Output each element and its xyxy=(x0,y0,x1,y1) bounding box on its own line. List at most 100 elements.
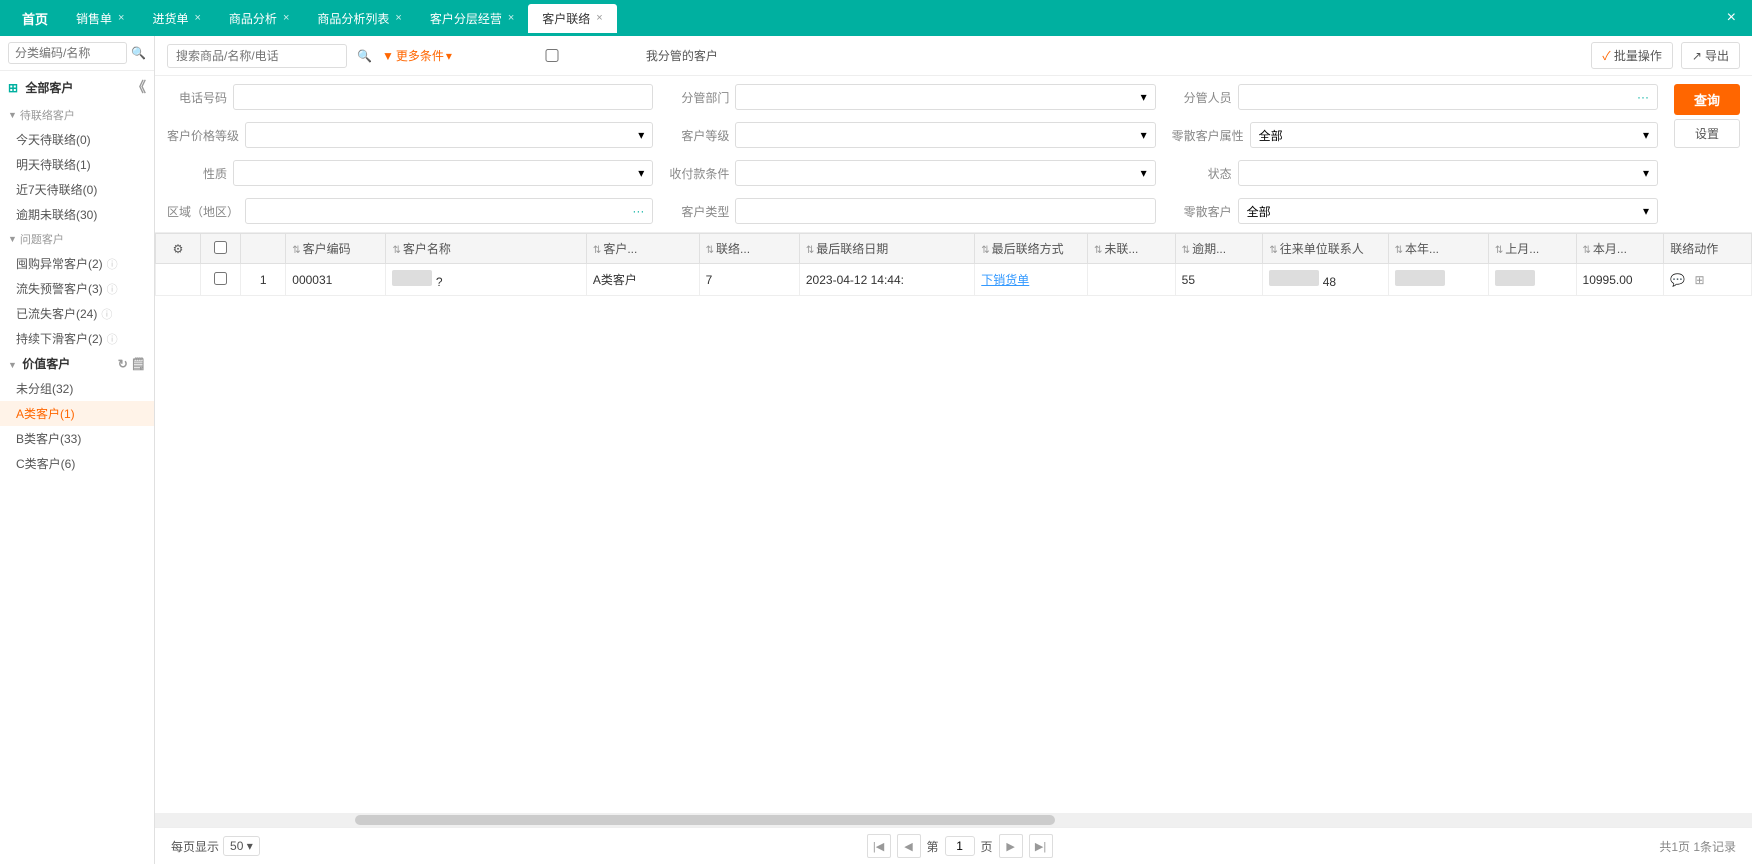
sidebar-search-input[interactable] xyxy=(8,42,127,64)
close-customer-contact-tab[interactable]: × xyxy=(596,12,602,24)
sort-icon-code[interactable]: ⇅ xyxy=(292,245,300,256)
sort-icon-overdue[interactable]: ⇅ xyxy=(1182,245,1190,256)
settings-button[interactable]: 设置 xyxy=(1674,119,1740,148)
select-customer-level[interactable]: ▾ xyxy=(735,122,1155,148)
sidebar-item-lost[interactable]: 已流失客户(24) ⓘ xyxy=(0,301,154,326)
last-page-button[interactable]: ▶| xyxy=(1029,834,1053,858)
select-status[interactable]: ▾ xyxy=(1238,160,1658,186)
select-all-checkbox[interactable] xyxy=(214,241,227,254)
select-retail-customer[interactable]: 全部 ▾ xyxy=(1238,198,1658,224)
sort-icon-uncontact[interactable]: ⇅ xyxy=(1094,245,1102,256)
th-contact: ⇅联络... xyxy=(699,234,799,264)
more-conditions-button[interactable]: ▼ 更多条件 ▾ xyxy=(382,47,452,64)
chevron-down-icon-4: ▾ xyxy=(1643,128,1649,142)
select-payment[interactable]: ▾ xyxy=(735,160,1155,186)
sidebar-item-7days[interactable]: 近7天待联络(0) xyxy=(0,177,154,202)
sidebar-item-declining[interactable]: 持续下滑客户(2) ⓘ xyxy=(0,326,154,351)
nav-purchase[interactable]: 进货单 × xyxy=(138,4,214,33)
more-icon[interactable]: ··· xyxy=(1637,90,1649,104)
chevron-down-icon-page: ▾ xyxy=(247,839,253,853)
select-price-level[interactable]: ▾ xyxy=(245,122,653,148)
select-retail-attr[interactable]: 全部 ▾ xyxy=(1250,122,1658,148)
refresh-icon[interactable]: ↻ xyxy=(118,357,128,371)
filter-row-1: 电话号码 分管部门 ▾ 分管人员 xyxy=(167,84,1658,110)
nav-home[interactable]: 首页 xyxy=(8,3,62,34)
nav-product-analysis[interactable]: 商品分析 × xyxy=(215,4,303,33)
select-nature[interactable]: ▾ xyxy=(233,160,653,186)
sort-icon-type[interactable]: ⇅ xyxy=(593,245,601,256)
my-customers-checkbox[interactable] xyxy=(462,49,642,62)
chevron-down-icon-2: ▾ xyxy=(638,128,644,142)
sidebar-item-class-b[interactable]: B类客户(33) xyxy=(0,426,154,451)
close-product-analysis-list-tab[interactable]: × xyxy=(395,12,401,24)
nav-product-analysis-list[interactable]: 商品分析列表 × xyxy=(303,4,415,33)
more-icon-2[interactable]: ··· xyxy=(632,204,644,218)
sidebar-item-class-a[interactable]: A类客户(1) xyxy=(0,401,154,426)
sort-icon-lastway[interactable]: ⇅ xyxy=(981,245,989,256)
sidebar-item-today[interactable]: 今天待联络(0) xyxy=(0,127,154,152)
close-sales-tab[interactable]: × xyxy=(118,12,124,24)
prev-page-button[interactable]: ◀ xyxy=(897,834,921,858)
grid-icon: ⊞ xyxy=(8,81,18,95)
select-region[interactable]: ··· xyxy=(245,198,653,224)
close-all-button[interactable]: × xyxy=(1719,9,1744,27)
sidebar-collapse-icon[interactable]: 《 xyxy=(132,77,146,97)
label-customer-type: 客户类型 xyxy=(669,203,729,220)
filter-search-icon[interactable]: 🔍 xyxy=(357,49,372,63)
action-icon-1[interactable]: 💬 xyxy=(1670,273,1685,287)
first-page-button[interactable]: |◀ xyxy=(867,834,891,858)
horizontal-scrollbar[interactable] xyxy=(155,813,1752,827)
input-customer-type[interactable] xyxy=(735,198,1155,224)
nav-customer-contact[interactable]: 客户联络 × xyxy=(528,4,616,33)
export-button[interactable]: ↗ 导出 xyxy=(1681,42,1740,69)
close-customer-segment-tab[interactable]: × xyxy=(508,12,514,24)
batch-op-button[interactable]: ✓ 批量操作 xyxy=(1591,42,1673,69)
input-phone[interactable] xyxy=(233,84,653,110)
filter-customer-level: 客户等级 ▾ xyxy=(669,122,1155,148)
label-status: 状态 xyxy=(1172,165,1232,182)
sidebar-all-customers[interactable]: ⊞ 全部客户 《 xyxy=(0,71,154,103)
search-input[interactable] xyxy=(167,44,347,68)
td-checkbox xyxy=(201,264,241,296)
sidebar-item-unclassified[interactable]: 未分组(32) xyxy=(0,376,154,401)
th-num xyxy=(241,234,286,264)
close-purchase-tab[interactable]: × xyxy=(194,12,200,24)
th-checkbox xyxy=(201,234,241,264)
sidebar-item-tomorrow[interactable]: 明天待联络(1) xyxy=(0,152,154,177)
sidebar-item-overdue[interactable]: 逾期未联络(30) xyxy=(0,202,154,227)
per-page-select[interactable]: 50 ▾ xyxy=(223,836,260,856)
sort-icon-year[interactable]: ⇅ xyxy=(1395,245,1403,256)
page-number-input[interactable] xyxy=(945,836,975,856)
th-action: 联络动作 xyxy=(1664,234,1752,264)
sidebar-search-area: 🔍 xyxy=(0,36,154,71)
nav-customer-segment[interactable]: 客户分层经营 × xyxy=(416,4,528,33)
th-settings[interactable]: ⚙ xyxy=(156,234,201,264)
nav-sales[interactable]: 销售单 × xyxy=(62,4,138,33)
th-overdue: ⇅逾期... xyxy=(1175,234,1263,264)
sort-icon-lastdate[interactable]: ⇅ xyxy=(806,245,814,256)
scrollbar-thumb[interactable] xyxy=(355,815,1055,825)
sidebar-search-icon[interactable]: 🔍 xyxy=(131,46,146,60)
select-department[interactable]: ▾ xyxy=(735,84,1155,110)
sort-icon-lastmonth[interactable]: ⇅ xyxy=(1495,245,1503,256)
query-button[interactable]: 查询 xyxy=(1674,84,1740,115)
edit-icon[interactable]: 🗒 xyxy=(131,357,146,371)
row-checkbox[interactable] xyxy=(214,272,227,285)
sidebar-item-churn-warning[interactable]: 流失预警客户(3) ⓘ xyxy=(0,276,154,301)
chevron-down-icon-3: ▾ xyxy=(1141,128,1147,142)
next-page-button[interactable]: ▶ xyxy=(999,834,1023,858)
td-name-suffix: ? xyxy=(436,275,443,289)
sort-icon-visits[interactable]: ⇅ xyxy=(1269,245,1277,256)
sort-icon-thismonth[interactable]: ⇅ xyxy=(1583,245,1591,256)
label-customer-level: 客户等级 xyxy=(669,127,729,144)
action-icon-2[interactable]: ⊞ xyxy=(1695,273,1705,287)
td-year xyxy=(1388,264,1488,296)
sidebar-item-abnormal[interactable]: 囤购异常客户(2) ⓘ xyxy=(0,251,154,276)
td-visits: 48 xyxy=(1263,264,1388,296)
lastway-link[interactable]: 下销货单 xyxy=(981,273,1029,287)
sidebar-item-class-c[interactable]: C类客户(6) xyxy=(0,451,154,476)
sort-icon-name[interactable]: ⇅ xyxy=(392,245,400,256)
close-product-analysis-tab[interactable]: × xyxy=(283,12,289,24)
select-manager[interactable]: ··· xyxy=(1238,84,1658,110)
sort-icon-contact[interactable]: ⇅ xyxy=(706,245,714,256)
